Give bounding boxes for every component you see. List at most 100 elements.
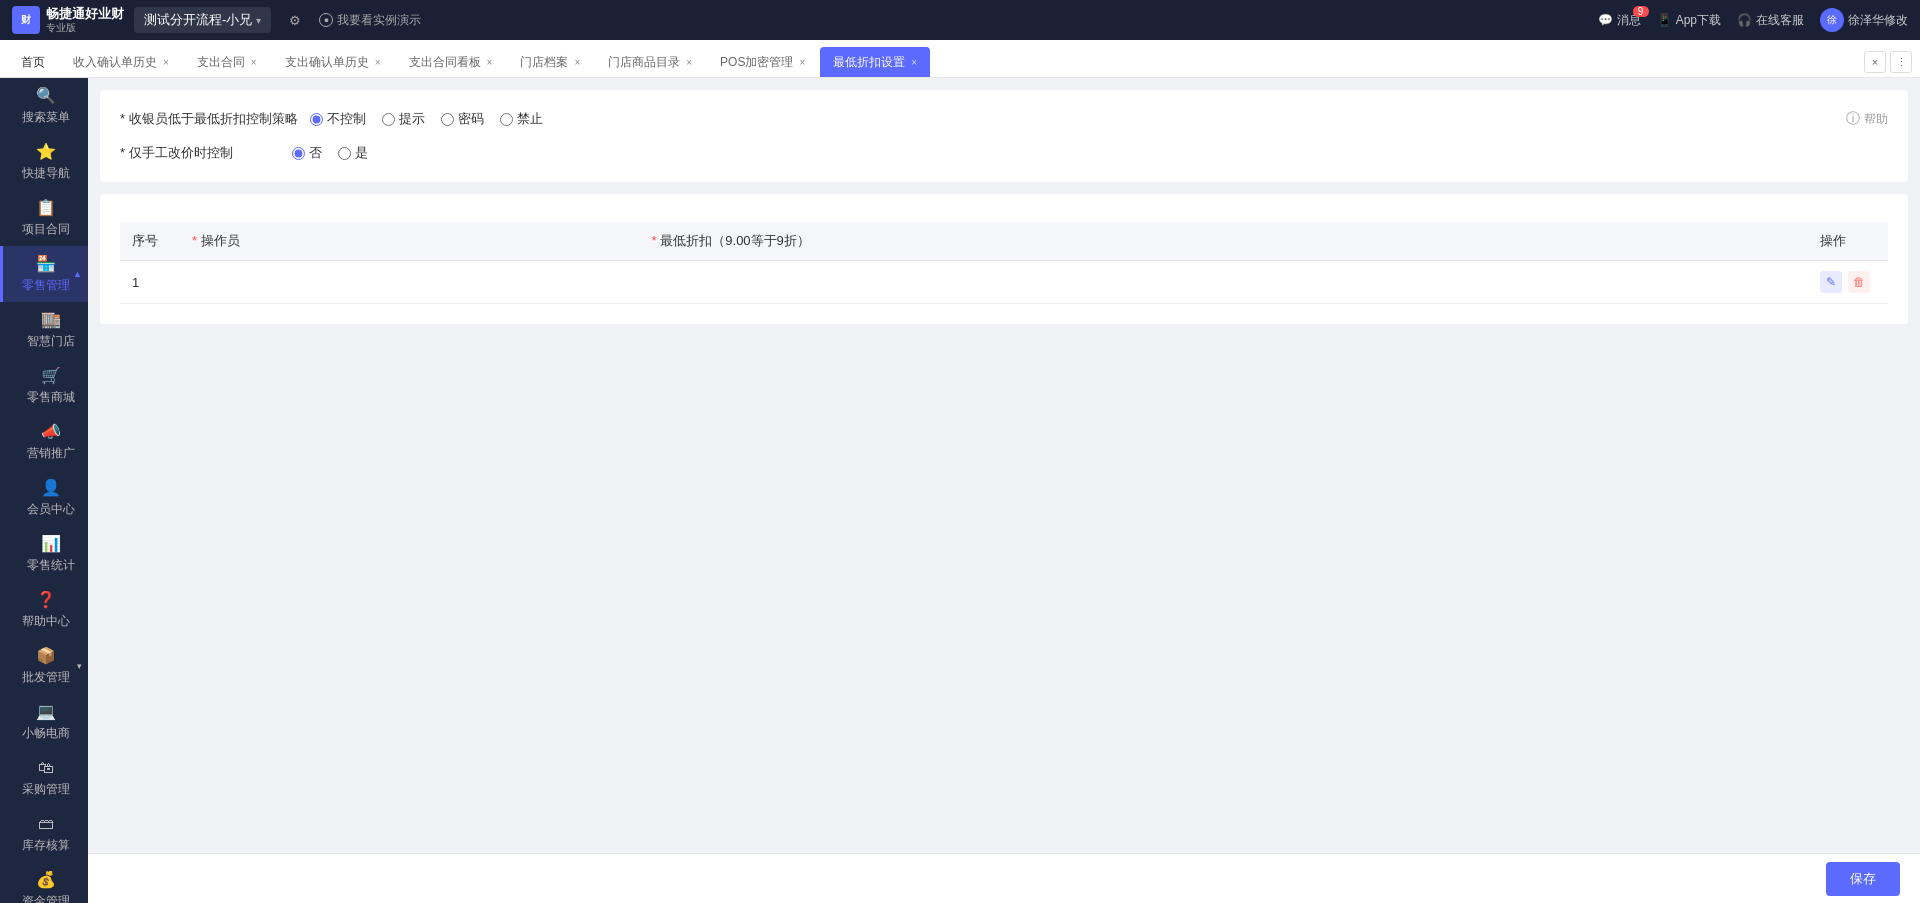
radio-password-input[interactable] bbox=[441, 113, 454, 126]
user-menu[interactable]: 徐 徐泽华修改 bbox=[1820, 8, 1908, 32]
close-tab-min-discount-icon[interactable]: × bbox=[911, 57, 917, 68]
close-tab-button[interactable]: × bbox=[1864, 51, 1886, 73]
col-header-discount: * 最低折扣（9.00等于9折） bbox=[640, 222, 1808, 261]
radio-manual-no[interactable]: 否 bbox=[292, 144, 322, 162]
tab-payment-contract-board-label: 支出合同看板 bbox=[409, 54, 481, 71]
tab-payment-confirm-history[interactable]: 支出确认单历史 × bbox=[272, 47, 394, 77]
page-content: ⓘ 帮助 * 收银员低于最低折扣控制策略 不控制 提示 bbox=[88, 78, 1920, 853]
download-icon: 📱 bbox=[1657, 13, 1672, 27]
close-tab-pos-password-icon[interactable]: × bbox=[799, 57, 805, 68]
close-tab-store-product-catalog-icon[interactable]: × bbox=[686, 57, 692, 68]
more-tabs-button[interactable]: ⋮ bbox=[1890, 51, 1912, 73]
sidebar-item-shortcut[interactable]: ⭐ 快捷导航 bbox=[0, 134, 88, 190]
radio-no-control-input[interactable] bbox=[310, 113, 323, 126]
sidebar-item-marketing[interactable]: 📣 营销推广 bbox=[0, 414, 88, 470]
message-button[interactable]: 💬 消息 9 bbox=[1598, 12, 1641, 29]
sidebar-item-finance-label: 资金管理 bbox=[22, 893, 70, 903]
table-wrapper: 序号 * 操作员 * 最低折扣（9.00等于9折） bbox=[120, 214, 1888, 304]
logo-area: 财 畅捷通好业财 专业版 bbox=[12, 6, 124, 34]
sidebar-item-online-store[interactable]: 🛒 零售商城 bbox=[0, 358, 88, 414]
customer-service-label: 在线客服 bbox=[1756, 12, 1804, 29]
help-icon: ❓ bbox=[36, 590, 56, 609]
settings-button[interactable]: ⚙ bbox=[281, 6, 309, 34]
sidebar-item-finance[interactable]: 💰 资金管理 bbox=[0, 862, 88, 903]
radio-remind[interactable]: 提示 bbox=[382, 110, 425, 128]
close-tab-income-history-icon[interactable]: × bbox=[163, 57, 169, 68]
close-tab-payment-contract-icon[interactable]: × bbox=[251, 57, 257, 68]
retail-icon: 🏪 bbox=[36, 254, 56, 273]
radio-manual-yes[interactable]: 是 bbox=[338, 144, 368, 162]
sidebar-item-retail-stats-label: 零售统计 bbox=[27, 557, 75, 574]
sidebar-item-ecommerce[interactable]: 💻 小畅电商 bbox=[0, 694, 88, 750]
tab-store-archive[interactable]: 门店档案 × bbox=[507, 47, 593, 77]
tab-payment-contract-board[interactable]: 支出合同看板 × bbox=[396, 47, 506, 77]
tab-min-discount[interactable]: 最低折扣设置 × bbox=[820, 47, 930, 77]
demo-link[interactable]: ● 我要看实例演示 bbox=[319, 12, 421, 29]
sidebar-item-inventory[interactable]: 🗃 库存核算 bbox=[0, 806, 88, 862]
edit-row-button[interactable]: ✎ bbox=[1820, 271, 1842, 293]
sidebar-item-project-contract[interactable]: 📋 项目合同 bbox=[0, 190, 88, 246]
chevron-down-icon: ▾ bbox=[77, 661, 82, 671]
sidebar-item-search-label: 搜索菜单 bbox=[22, 109, 70, 126]
sidebar-item-search[interactable]: 🔍 搜索菜单 bbox=[0, 78, 88, 134]
tab-store-product-catalog[interactable]: 门店商品目录 × bbox=[595, 47, 705, 77]
sidebar-item-shortcut-label: 快捷导航 bbox=[22, 165, 70, 182]
sidebar-item-purchase[interactable]: 🛍 采购管理 bbox=[0, 750, 88, 806]
save-button[interactable]: 保存 bbox=[1826, 862, 1900, 896]
tab-payment-contract-label: 支出合同 bbox=[197, 54, 245, 71]
tab-min-discount-label: 最低折扣设置 bbox=[833, 54, 905, 71]
sidebar-item-wholesale[interactable]: 📦 批发管理 ▾ bbox=[0, 638, 88, 694]
sidebar-item-member-center-label: 会员中心 bbox=[27, 501, 75, 518]
discount-table: 序号 * 操作员 * 最低折扣（9.00等于9折） bbox=[120, 222, 1888, 304]
sidebar-item-help-center[interactable]: ❓ 帮助中心 bbox=[0, 582, 88, 638]
discount-table-card: 序号 * 操作员 * 最低折扣（9.00等于9折） bbox=[100, 194, 1908, 324]
tab-income-history[interactable]: 收入确认单历史 × bbox=[60, 47, 182, 77]
close-tab-payment-confirm-history-icon[interactable]: × bbox=[375, 57, 381, 68]
contract-icon: 📋 bbox=[36, 198, 56, 217]
sidebar-item-wholesale-label: 批发管理 bbox=[22, 669, 70, 686]
sidebar-item-inventory-label: 库存核算 bbox=[22, 837, 70, 854]
workspace-selector[interactable]: 测试分开流程-小兄 ▾ bbox=[134, 7, 271, 33]
required-star-discount: * bbox=[652, 233, 657, 248]
manual-price-label: * 仅手工改价时控制 bbox=[120, 144, 280, 162]
sidebar-item-smart-store[interactable]: 🏬 智慧门店 bbox=[0, 302, 88, 358]
close-tab-payment-contract-board-icon[interactable]: × bbox=[487, 57, 493, 68]
app-download-button[interactable]: 📱 App下载 bbox=[1657, 12, 1721, 29]
tab-controls: × ⋮ bbox=[1864, 51, 1912, 77]
bottom-bar: 保存 bbox=[88, 853, 1920, 903]
app-name: 畅捷通好业财 bbox=[46, 6, 124, 22]
tab-payment-confirm-history-label: 支出确认单历史 bbox=[285, 54, 369, 71]
radio-forbid[interactable]: 禁止 bbox=[500, 110, 543, 128]
cell-discount bbox=[640, 261, 1808, 304]
radio-forbid-input[interactable] bbox=[500, 113, 513, 126]
sidebar-item-member-center[interactable]: 👤 会员中心 bbox=[0, 470, 88, 526]
demo-link-label: 我要看实例演示 bbox=[337, 12, 421, 29]
sidebar-item-retail-stats[interactable]: 📊 零售统计 bbox=[0, 526, 88, 582]
help-button[interactable]: ⓘ 帮助 bbox=[1846, 110, 1888, 128]
chevron-up-icon: ▲ bbox=[73, 269, 82, 279]
workspace-name: 测试分开流程-小兄 bbox=[144, 11, 252, 29]
online-store-icon: 🛒 bbox=[41, 366, 61, 385]
radio-forbid-label: 禁止 bbox=[517, 110, 543, 128]
tab-pos-password[interactable]: POS加密管理 × bbox=[707, 47, 818, 77]
user-name: 徐泽华修改 bbox=[1848, 12, 1908, 29]
control-strategy-radio-group: 不控制 提示 密码 禁 bbox=[310, 110, 543, 128]
close-tab-store-archive-icon[interactable]: × bbox=[574, 57, 580, 68]
sidebar-item-retail-management[interactable]: 🏪 零售管理 ▲ bbox=[0, 246, 88, 302]
tab-home[interactable]: 首页 bbox=[8, 47, 58, 77]
radio-remind-input[interactable] bbox=[382, 113, 395, 126]
avatar: 徐 bbox=[1820, 8, 1844, 32]
required-star: * bbox=[192, 233, 197, 248]
radio-no-control[interactable]: 不控制 bbox=[310, 110, 366, 128]
customer-service-button[interactable]: 🎧 在线客服 bbox=[1737, 12, 1804, 29]
radio-password[interactable]: 密码 bbox=[441, 110, 484, 128]
radio-manual-no-input[interactable] bbox=[292, 147, 305, 160]
message-icon: 💬 bbox=[1598, 13, 1613, 27]
radio-manual-yes-input[interactable] bbox=[338, 147, 351, 160]
table-header-row: 序号 * 操作员 * 最低折扣（9.00等于9折） bbox=[120, 222, 1888, 261]
delete-row-button[interactable]: 🗑 bbox=[1848, 271, 1870, 293]
finance-icon: 💰 bbox=[36, 870, 56, 889]
table-row: 1 ✎ 🗑 bbox=[120, 261, 1888, 304]
tab-bar: 首页 收入确认单历史 × 支出合同 × 支出确认单历史 × 支出合同看板 × 门… bbox=[0, 40, 1920, 78]
tab-payment-contract[interactable]: 支出合同 × bbox=[184, 47, 270, 77]
